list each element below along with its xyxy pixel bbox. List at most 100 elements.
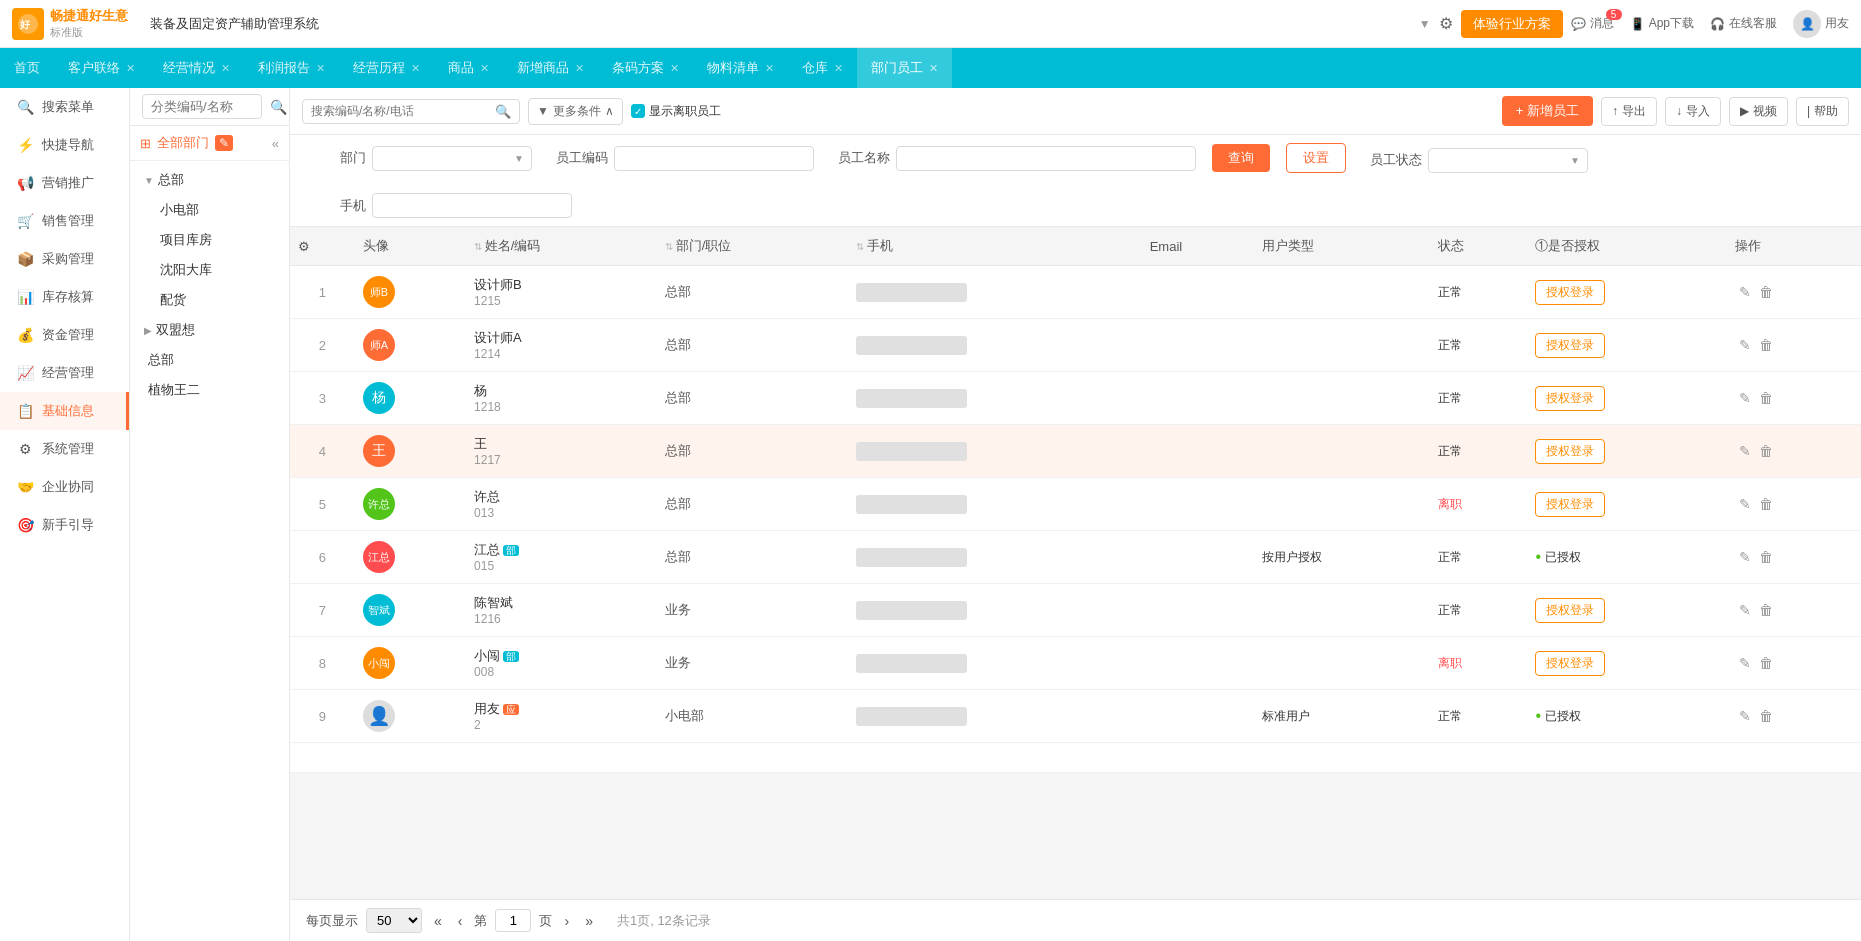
dept-node-zhuwang[interactable]: 植物王二 <box>130 375 289 405</box>
dropdown-icon[interactable]: ▼ <box>1419 17 1431 31</box>
message-btn[interactable]: 💬 消息 5 <box>1571 15 1614 32</box>
sidebar-item-basic-info[interactable]: 📋基础信息 <box>0 392 129 430</box>
nav-tab-barcode[interactable]: 条码方案✕ <box>598 48 693 88</box>
phone-filter-input[interactable] <box>372 193 572 218</box>
authorize-btn[interactable]: 授权登录 <box>1535 280 1605 305</box>
experience-btn[interactable]: 体验行业方案 <box>1461 10 1563 38</box>
edit-btn[interactable]: ✎ <box>1735 441 1755 461</box>
nav-tab-business[interactable]: 经营情况✕ <box>149 48 244 88</box>
search-input[interactable] <box>311 104 491 118</box>
authorize-btn[interactable]: 授权登录 <box>1535 439 1605 464</box>
app-download-btn[interactable]: 📱 App下载 <box>1630 15 1694 32</box>
delete-btn[interactable]: 🗑 <box>1755 653 1777 673</box>
show-inactive-toggle[interactable]: ✓ 显示离职员工 <box>631 103 721 120</box>
nav-tab-goods[interactable]: 商品✕ <box>434 48 503 88</box>
edit-btn[interactable]: ✎ <box>1735 494 1755 514</box>
nav-tab-close[interactable]: ✕ <box>929 62 938 75</box>
delete-btn[interactable]: 🗑 <box>1755 335 1777 355</box>
sidebar-item-system[interactable]: ⚙系统管理 <box>0 430 129 468</box>
nav-tab-warehouse[interactable]: 仓库✕ <box>788 48 857 88</box>
delete-btn[interactable]: 🗑 <box>1755 441 1777 461</box>
delete-btn[interactable]: 🗑 <box>1755 388 1777 408</box>
dept-node-zongbu[interactable]: 总部 <box>130 345 289 375</box>
nav-tab-close[interactable]: ✕ <box>670 62 679 75</box>
dept-collapse-icon[interactable]: « <box>272 136 279 151</box>
nav-tab-customer[interactable]: 客户联络✕ <box>54 48 149 88</box>
edit-btn[interactable]: ✎ <box>1735 600 1755 620</box>
sidebar-item-finance[interactable]: 💰资金管理 <box>0 316 129 354</box>
per-page-select[interactable]: 50 100 <box>366 908 422 933</box>
sidebar-item-quick-nav[interactable]: ⚡快捷导航 <box>0 126 129 164</box>
dept-edit-icon[interactable]: ✎ <box>215 135 233 151</box>
page-input[interactable] <box>495 909 531 932</box>
delete-btn[interactable]: 🗑 <box>1755 547 1777 567</box>
dept-node-headquarter[interactable]: ▼ 总部 <box>130 165 289 195</box>
sidebar-item-purchase[interactable]: 📦采购管理 <box>0 240 129 278</box>
authorize-btn[interactable]: 授权登录 <box>1535 492 1605 517</box>
edit-btn[interactable]: ✎ <box>1735 388 1755 408</box>
dept-node-peihuo[interactable]: 配货 <box>130 285 289 315</box>
online-service-btn[interactable]: 🎧 在线客服 <box>1710 15 1777 32</box>
dept-node-shuangmeng[interactable]: ▶ 双盟想 <box>130 315 289 345</box>
query-btn[interactable]: 查询 <box>1212 144 1270 172</box>
dept-node-shenyang[interactable]: 沈阳大库 <box>130 255 289 285</box>
authorize-btn[interactable]: 授权登录 <box>1535 333 1605 358</box>
nav-tab-close[interactable]: ✕ <box>480 62 489 75</box>
last-page-btn[interactable]: » <box>581 909 597 933</box>
authorize-btn[interactable]: 授权登录 <box>1535 386 1605 411</box>
sidebar-item-guide[interactable]: 🎯新手引导 <box>0 506 129 544</box>
empname-filter-input[interactable] <box>896 146 1196 171</box>
edit-btn[interactable]: ✎ <box>1735 335 1755 355</box>
nav-tab-profit[interactable]: 利润报告✕ <box>244 48 339 88</box>
sidebar-item-search-menu[interactable]: 🔍搜索菜单 <box>0 88 129 126</box>
nav-tab-employee[interactable]: 部门员工✕ <box>857 48 952 88</box>
set-btn[interactable]: 设置 <box>1286 143 1346 173</box>
dept-search-btn[interactable]: 🔍 <box>270 99 287 115</box>
delete-btn[interactable]: 🗑 <box>1755 706 1777 726</box>
nav-tab-material[interactable]: 物料清单✕ <box>693 48 788 88</box>
export-btn[interactable]: ↑ 导出 <box>1601 97 1657 126</box>
settings-icon[interactable]: ⚙ <box>1439 14 1453 33</box>
add-employee-btn[interactable]: + 新增员工 <box>1502 96 1593 126</box>
help-btn[interactable]: | 帮助 <box>1796 97 1849 126</box>
delete-btn[interactable]: 🗑 <box>1755 600 1777 620</box>
edit-btn[interactable]: ✎ <box>1735 706 1755 726</box>
sidebar-item-sales[interactable]: 🛒销售管理 <box>0 202 129 240</box>
empcode-filter-input[interactable] <box>614 146 814 171</box>
nav-tab-close[interactable]: ✕ <box>834 62 843 75</box>
nav-tab-close[interactable]: ✕ <box>316 62 325 75</box>
delete-btn[interactable]: 🗑 <box>1755 494 1777 514</box>
delete-btn[interactable]: 🗑 <box>1755 282 1777 302</box>
dept-node-xiaodian[interactable]: 小电部 <box>130 195 289 225</box>
dept-all-label[interactable]: 全部部门 <box>157 134 209 152</box>
col-settings-icon[interactable]: ⚙ <box>298 239 310 254</box>
dept-search-input[interactable] <box>142 94 262 119</box>
edit-btn[interactable]: ✎ <box>1735 547 1755 567</box>
first-page-btn[interactable]: « <box>430 909 446 933</box>
nav-tab-close[interactable]: ✕ <box>575 62 584 75</box>
authorize-btn[interactable]: 授权登录 <box>1535 598 1605 623</box>
empstatus-select[interactable] <box>1428 148 1588 173</box>
edit-btn[interactable]: ✎ <box>1735 653 1755 673</box>
nav-tab-process[interactable]: 经营历程✕ <box>339 48 434 88</box>
nav-tab-close[interactable]: ✕ <box>765 62 774 75</box>
sidebar-item-inventory[interactable]: 📊库存核算 <box>0 278 129 316</box>
next-page-btn[interactable]: › <box>560 909 573 933</box>
dept-select[interactable] <box>372 146 532 171</box>
nav-tab-close[interactable]: ✕ <box>221 62 230 75</box>
sidebar-item-corp[interactable]: 🤝企业协同 <box>0 468 129 506</box>
authorize-btn[interactable]: 授权登录 <box>1535 651 1605 676</box>
nav-tab-close[interactable]: ✕ <box>126 62 135 75</box>
more-conditions-btn[interactable]: ▼ 更多条件 ∧ <box>528 98 623 125</box>
edit-btn[interactable]: ✎ <box>1735 282 1755 302</box>
sidebar-item-operation[interactable]: 📈经营管理 <box>0 354 129 392</box>
prev-page-btn[interactable]: ‹ <box>454 909 467 933</box>
sidebar-item-marketing[interactable]: 📢营销推广 <box>0 164 129 202</box>
nav-tab-close[interactable]: ✕ <box>411 62 420 75</box>
import-btn[interactable]: ↓ 导入 <box>1665 97 1721 126</box>
view-btn[interactable]: ▶ 视频 <box>1729 97 1788 126</box>
nav-tab-new-goods[interactable]: 新增商品✕ <box>503 48 598 88</box>
dept-node-project[interactable]: 项目库房 <box>130 225 289 255</box>
nav-tab-home[interactable]: 首页 <box>0 48 54 88</box>
user-menu[interactable]: 👤 用友 <box>1793 10 1849 38</box>
